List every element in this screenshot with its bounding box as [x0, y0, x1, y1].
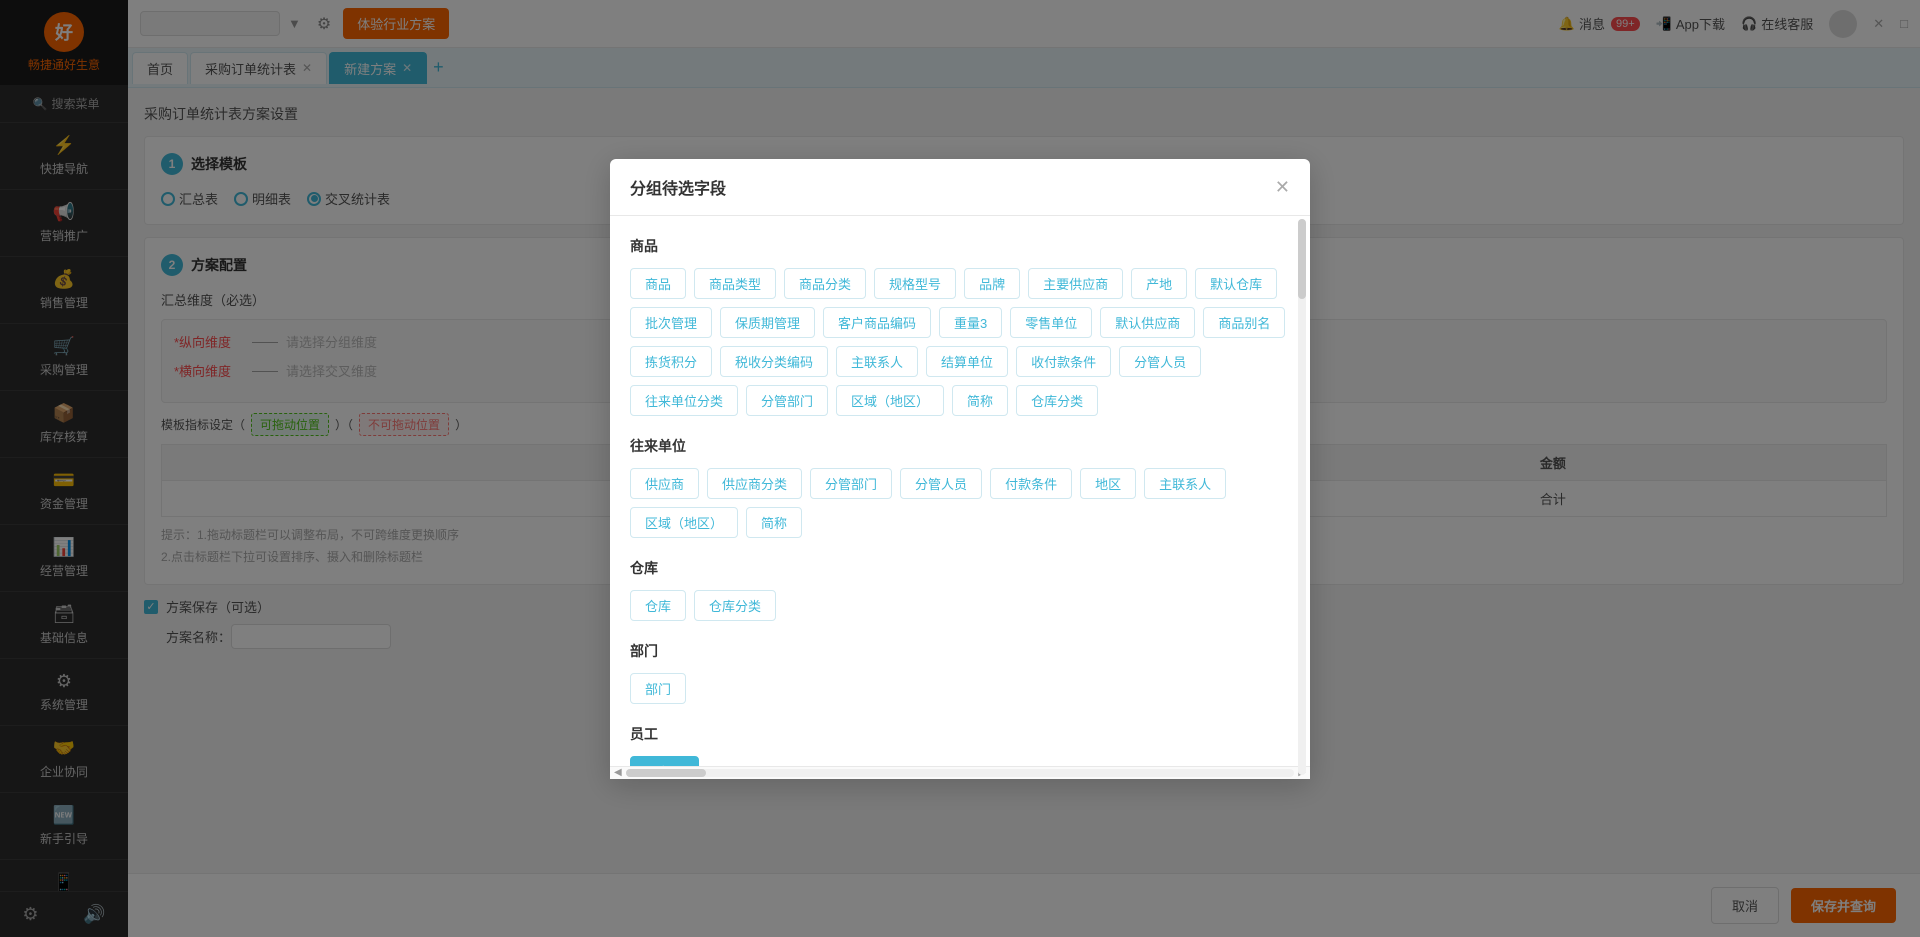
field-tag[interactable]: 结算单位 [926, 346, 1008, 377]
section-title-warehouse: 仓库 [630, 558, 1290, 578]
field-tag[interactable]: 分管部门 [810, 468, 892, 499]
field-section-goods: 商品 商品 商品类型 商品分类 规格型号 品牌 主要供应商 产地 默认仓库 批次… [630, 236, 1290, 416]
field-tag[interactable]: 拣货积分 [630, 346, 712, 377]
field-grid-partner: 供应商 供应商分类 分管部门 分管人员 付款条件 地区 主联系人 区域（地区） … [630, 468, 1290, 538]
field-tag[interactable]: 商品分类 [784, 268, 866, 299]
field-tag[interactable]: 商品 [630, 268, 686, 299]
field-tag[interactable]: 收付款条件 [1016, 346, 1111, 377]
field-tag[interactable]: 往来单位分类 [630, 385, 738, 416]
modal-overlay: 分组待选字段 ✕ 商品 商品 商品类型 商品分类 规格型号 品牌 主要供应商 产… [0, 0, 1920, 937]
field-tag[interactable]: 零售单位 [1010, 307, 1092, 338]
field-tag[interactable]: 简称 [746, 507, 802, 538]
field-tag[interactable]: 默认仓库 [1195, 268, 1277, 299]
field-tag[interactable]: 付款条件 [990, 468, 1072, 499]
modal: 分组待选字段 ✕ 商品 商品 商品类型 商品分类 规格型号 品牌 主要供应商 产… [610, 159, 1310, 779]
field-tag[interactable]: 规格型号 [874, 268, 956, 299]
modal-title: 分组待选字段 [630, 175, 726, 199]
field-tag[interactable]: 分管人员 [900, 468, 982, 499]
section-title-employee: 员工 [630, 724, 1290, 744]
field-grid-goods: 商品 商品类型 商品分类 规格型号 品牌 主要供应商 产地 默认仓库 批次管理 … [630, 268, 1290, 416]
field-tag[interactable]: 客户商品编码 [823, 307, 931, 338]
field-grid-employee: 业务员 [630, 756, 1290, 767]
field-tag[interactable]: 产地 [1131, 268, 1187, 299]
field-tag[interactable]: 主要供应商 [1028, 268, 1123, 299]
field-tag[interactable]: 重量3 [939, 307, 1002, 338]
modal-vscrollbar [1298, 219, 1306, 775]
field-tag[interactable]: 税收分类编码 [720, 346, 828, 377]
field-section-warehouse: 仓库 仓库 仓库分类 [630, 558, 1290, 621]
field-tag[interactable]: 分管部门 [746, 385, 828, 416]
field-tag[interactable]: 区域（地区） [630, 507, 738, 538]
section-title-partner: 往来单位 [630, 436, 1290, 456]
field-tag[interactable]: 供应商分类 [707, 468, 802, 499]
field-grid-department: 部门 [630, 673, 1290, 704]
field-tag[interactable]: 保质期管理 [720, 307, 815, 338]
field-tag[interactable]: 仓库分类 [1016, 385, 1098, 416]
field-grid-warehouse: 仓库 仓库分类 [630, 590, 1290, 621]
field-tag[interactable]: 部门 [630, 673, 686, 704]
modal-body: 商品 商品 商品类型 商品分类 规格型号 品牌 主要供应商 产地 默认仓库 批次… [610, 216, 1310, 767]
modal-hscrollbar: ◀ ▶ [610, 766, 1310, 778]
field-tag[interactable]: 主联系人 [1144, 468, 1226, 499]
modal-vscrollbar-thumb[interactable] [1298, 219, 1306, 299]
field-tag[interactable]: 分管人员 [1119, 346, 1201, 377]
section-title-department: 部门 [630, 641, 1290, 661]
field-tag[interactable]: 批次管理 [630, 307, 712, 338]
field-tag[interactable]: 地区 [1080, 468, 1136, 499]
field-tag[interactable]: 仓库 [630, 590, 686, 621]
hscroll-thumb[interactable] [626, 769, 706, 777]
field-tag[interactable]: 默认供应商 [1100, 307, 1195, 338]
field-tag[interactable]: 商品类型 [694, 268, 776, 299]
field-tag[interactable]: 主联系人 [836, 346, 918, 377]
field-tag[interactable]: 供应商 [630, 468, 699, 499]
hscroll-left-arrow[interactable]: ◀ [614, 767, 622, 778]
field-section-department: 部门 部门 [630, 641, 1290, 704]
field-tag[interactable]: 商品别名 [1203, 307, 1285, 338]
field-tag[interactable]: 仓库分类 [694, 590, 776, 621]
field-tag-employee-selected[interactable]: 业务员 [630, 756, 699, 767]
field-tag[interactable]: 简称 [952, 385, 1008, 416]
field-section-employee: 员工 业务员 [630, 724, 1290, 767]
hscroll-track [626, 769, 1295, 777]
modal-close-button[interactable]: ✕ [1275, 178, 1290, 196]
field-tag[interactable]: 品牌 [964, 268, 1020, 299]
modal-header: 分组待选字段 ✕ [610, 159, 1310, 216]
field-tag[interactable]: 区域（地区） [836, 385, 944, 416]
section-title-goods: 商品 [630, 236, 1290, 256]
field-section-partner: 往来单位 供应商 供应商分类 分管部门 分管人员 付款条件 地区 主联系人 区域… [630, 436, 1290, 538]
